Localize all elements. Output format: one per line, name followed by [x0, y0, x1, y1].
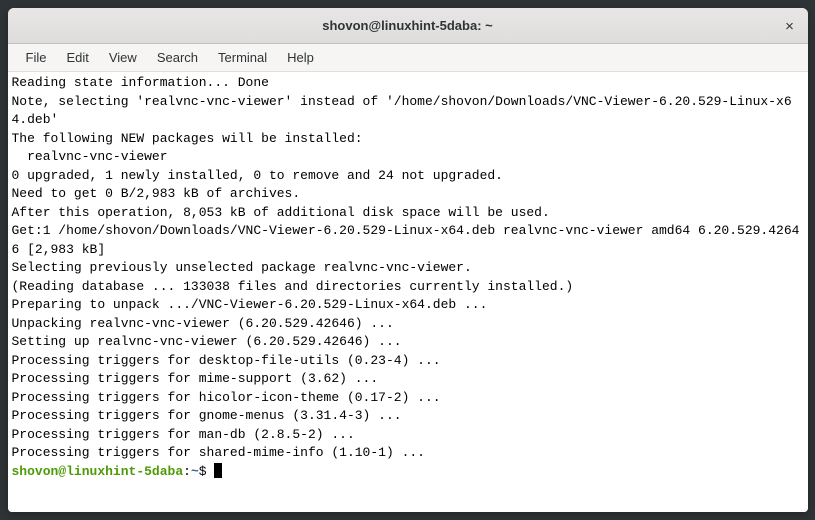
menu-view[interactable]: View: [99, 46, 147, 69]
menubar: File Edit View Search Terminal Help: [8, 44, 808, 72]
menu-terminal[interactable]: Terminal: [208, 46, 277, 69]
menu-search[interactable]: Search: [147, 46, 208, 69]
terminal-output[interactable]: Reading state information... Done Note, …: [8, 72, 808, 512]
close-icon: ×: [785, 18, 794, 35]
close-button[interactable]: ×: [778, 14, 802, 38]
cursor: [214, 463, 222, 478]
menu-edit[interactable]: Edit: [56, 46, 98, 69]
prompt-path: ~: [191, 464, 199, 479]
menu-help[interactable]: Help: [277, 46, 324, 69]
prompt-user-host: shovon@linuxhint-5daba: [12, 464, 184, 479]
terminal-window: shovon@linuxhint-5daba: ~ × File Edit Vi…: [8, 8, 808, 512]
window-title: shovon@linuxhint-5daba: ~: [322, 18, 493, 33]
menu-file[interactable]: File: [16, 46, 57, 69]
titlebar[interactable]: shovon@linuxhint-5daba: ~ ×: [8, 8, 808, 44]
